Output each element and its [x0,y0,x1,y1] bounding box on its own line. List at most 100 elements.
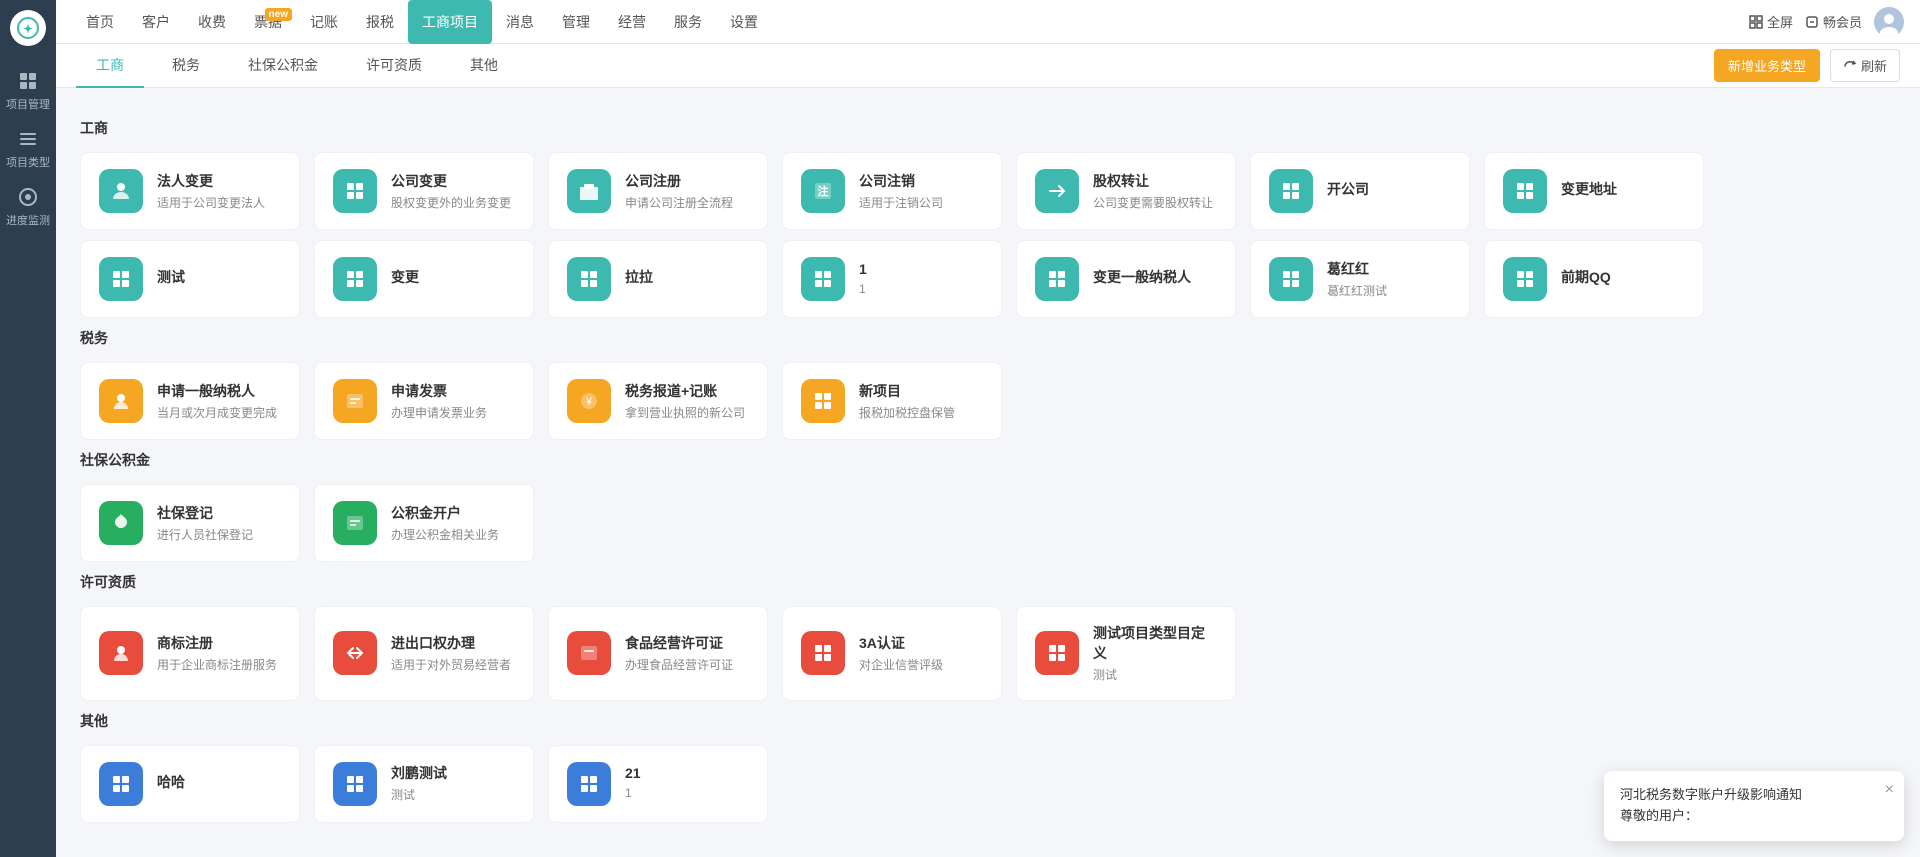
card-lala[interactable]: 拉拉 [548,240,768,318]
card-social-register[interactable]: 社保登记 进行人员社保登记 [80,484,300,562]
card-icon-change-address [1503,169,1547,213]
card-trademark[interactable]: 商标注册 用于企业商标注册服务 [80,606,300,701]
card-icon-tax-report: ¥ [567,379,611,423]
card-icon-trademark [99,631,143,675]
topnav-right: 全屏 畅会员 [1749,7,1904,37]
refresh-button[interactable]: 刷新 [1830,49,1900,82]
subtabs-right: 新增业务类型 刷新 [1714,49,1900,82]
sidebar-item-label-3: 进度监测 [6,212,50,228]
nav-settings[interactable]: 设置 [716,0,772,44]
nav-operation[interactable]: 经营 [604,0,660,44]
svg-text:¥: ¥ [585,396,593,408]
main: 工商 税务 社保公积金 许可资质 其他 新增业务类型 刷新 工商 法人变更 适用… [56,44,1920,853]
card-icon-lala [567,257,611,301]
new-type-button[interactable]: 新增业务类型 [1714,49,1820,82]
nav-fee[interactable]: 收费 [184,0,240,44]
card-icon-fund-open [333,501,377,545]
subtab-industrial[interactable]: 工商 [76,44,144,88]
card-test[interactable]: 测试 [80,240,300,318]
card-company-change[interactable]: 公司变更 股权变更外的业务变更 [314,152,534,230]
content: 工商 法人变更 适用于公司变更法人 公司变更 股权变更外的业务变更 [56,88,1920,853]
sidebar-logo: ✦ [10,10,46,46]
card-icon-haha [99,762,143,806]
card-icon-3a-cert [801,631,845,675]
card-haha[interactable]: 哈哈 [80,745,300,823]
section-title-industrial: 工商 [80,118,1896,138]
subtabs: 工商 税务 社保公积金 许可资质 其他 新增业务类型 刷新 [56,44,1920,88]
card-change-taxpayer[interactable]: 变更一般纳税人 [1016,240,1236,318]
card-preqq[interactable]: 前期QQ [1484,240,1704,318]
svg-text:注: 注 [818,184,829,198]
card-legal-change[interactable]: 法人变更 适用于公司变更法人 [80,152,300,230]
cards-grid-industrial: 法人变更 适用于公司变更法人 公司变更 股权变更外的业务变更 公司注册 [80,152,1896,230]
card-3a-cert[interactable]: 3A认证 对企业信誉评级 [782,606,1002,701]
fullscreen-btn[interactable]: 全屏 [1749,12,1793,31]
cards-grid-social: 社保登记 进行人员社保登记 公积金开户 办理公积金相关业务 [80,484,1896,562]
card-open-company[interactable]: 开公司 [1250,152,1470,230]
card-apply-taxpayer[interactable]: 申请一般纳税人 当月或次月成变更完成 [80,362,300,440]
nav-message[interactable]: 消息 [492,0,548,44]
sidebar-item-label: 项目管理 [6,96,50,112]
card-new-project[interactable]: 新项目 报税加税控盘保管 [782,362,1002,440]
sidebar-item-project-manage[interactable]: 项目管理 [0,62,56,120]
sidebar-item-label-2: 项目类型 [6,154,50,170]
card-company-cancel[interactable]: 注 公司注销 适用于注销公司 [782,152,1002,230]
topnav: 首页 客户 收费 票据 new 记账 报税 工商项目 消息 管理 经营 服务 设… [56,0,1920,44]
card-test-type[interactable]: 测试项目类型目定义 测试 [1016,606,1236,701]
card-equity-transfer[interactable]: 股权转让 公司变更需要股权转让 [1016,152,1236,230]
sidebar-item-progress[interactable]: 进度监测 [0,178,56,236]
card-fund-open[interactable]: 公积金开户 办理公积金相关业务 [314,484,534,562]
card-import-export[interactable]: 进出口权办理 适用于对外贸易经营者 [314,606,534,701]
member-btn[interactable]: 畅会员 [1805,12,1862,31]
card-icon-legal-change [99,169,143,213]
card-icon-preqq [1503,257,1547,301]
card-company-register[interactable]: 公司注册 申请公司注册全流程 [548,152,768,230]
subtab-social[interactable]: 社保公积金 [228,44,338,88]
project-type-icon [17,128,39,150]
card-liupeng-test[interactable]: 刘鹏测试 测试 [314,745,534,823]
card-icon-test-type [1035,631,1079,675]
nav-industrial[interactable]: 工商项目 [408,0,492,44]
subtab-tax[interactable]: 税务 [152,44,220,88]
card-icon-apply-taxpayer [99,379,143,423]
nav-bookkeeping[interactable]: 记账 [296,0,352,44]
nav-management[interactable]: 管理 [548,0,604,44]
card-icon-test [99,257,143,301]
nav-home[interactable]: 首页 [72,0,128,44]
nav-service[interactable]: 服务 [660,0,716,44]
progress-icon [17,186,39,208]
section-title-social: 社保公积金 [80,450,1896,470]
cards-grid-tax: 申请一般纳税人 当月或次月成变更完成 申请发票 办理申请发票业务 ¥ 税务报道 [80,362,1896,440]
card-icon-open-company [1269,169,1313,213]
card-change2[interactable]: 变更 [314,240,534,318]
card-icon-company-register [567,169,611,213]
card-icon-1 [801,257,845,301]
card-food-license[interactable]: 食品经营许可证 办理食品经营许可证 [548,606,768,701]
subtab-license[interactable]: 许可资质 [346,44,442,88]
subtab-other[interactable]: 其他 [450,44,518,88]
card-change-address[interactable]: 变更地址 [1484,152,1704,230]
card-mohonghong[interactable]: 葛红红 葛红红测试 [1250,240,1470,318]
section-title-license: 许可资质 [80,572,1896,592]
card-apply-invoice[interactable]: 申请发票 办理申请发票业务 [314,362,534,440]
nav-tax[interactable]: 报税 [352,0,408,44]
notification-close-btn[interactable]: × [1885,781,1894,799]
card-icon-change-taxpayer [1035,257,1079,301]
card-tax-report[interactable]: ¥ 税务报道+记账 拿到营业执照的新公司 [548,362,768,440]
nav-invoice[interactable]: 票据 new [240,0,296,44]
card-icon-mohonghong [1269,257,1313,301]
card-icon-apply-invoice [333,379,377,423]
user-avatar[interactable] [1874,7,1904,37]
cards-grid-industrial-2: 测试 变更 拉拉 1 [80,240,1896,318]
nav-customer[interactable]: 客户 [128,0,184,44]
card-icon-company-change [333,169,377,213]
project-manage-icon [17,70,39,92]
card-1[interactable]: 1 1 [782,240,1002,318]
sidebar-item-project-type[interactable]: 项目类型 [0,120,56,178]
card-icon-change2 [333,257,377,301]
section-title-other: 其他 [80,711,1896,731]
card-21[interactable]: 21 1 [548,745,768,823]
invoice-badge: new [265,8,292,21]
svg-text:✦: ✦ [23,22,33,36]
card-icon-import-export [333,631,377,675]
